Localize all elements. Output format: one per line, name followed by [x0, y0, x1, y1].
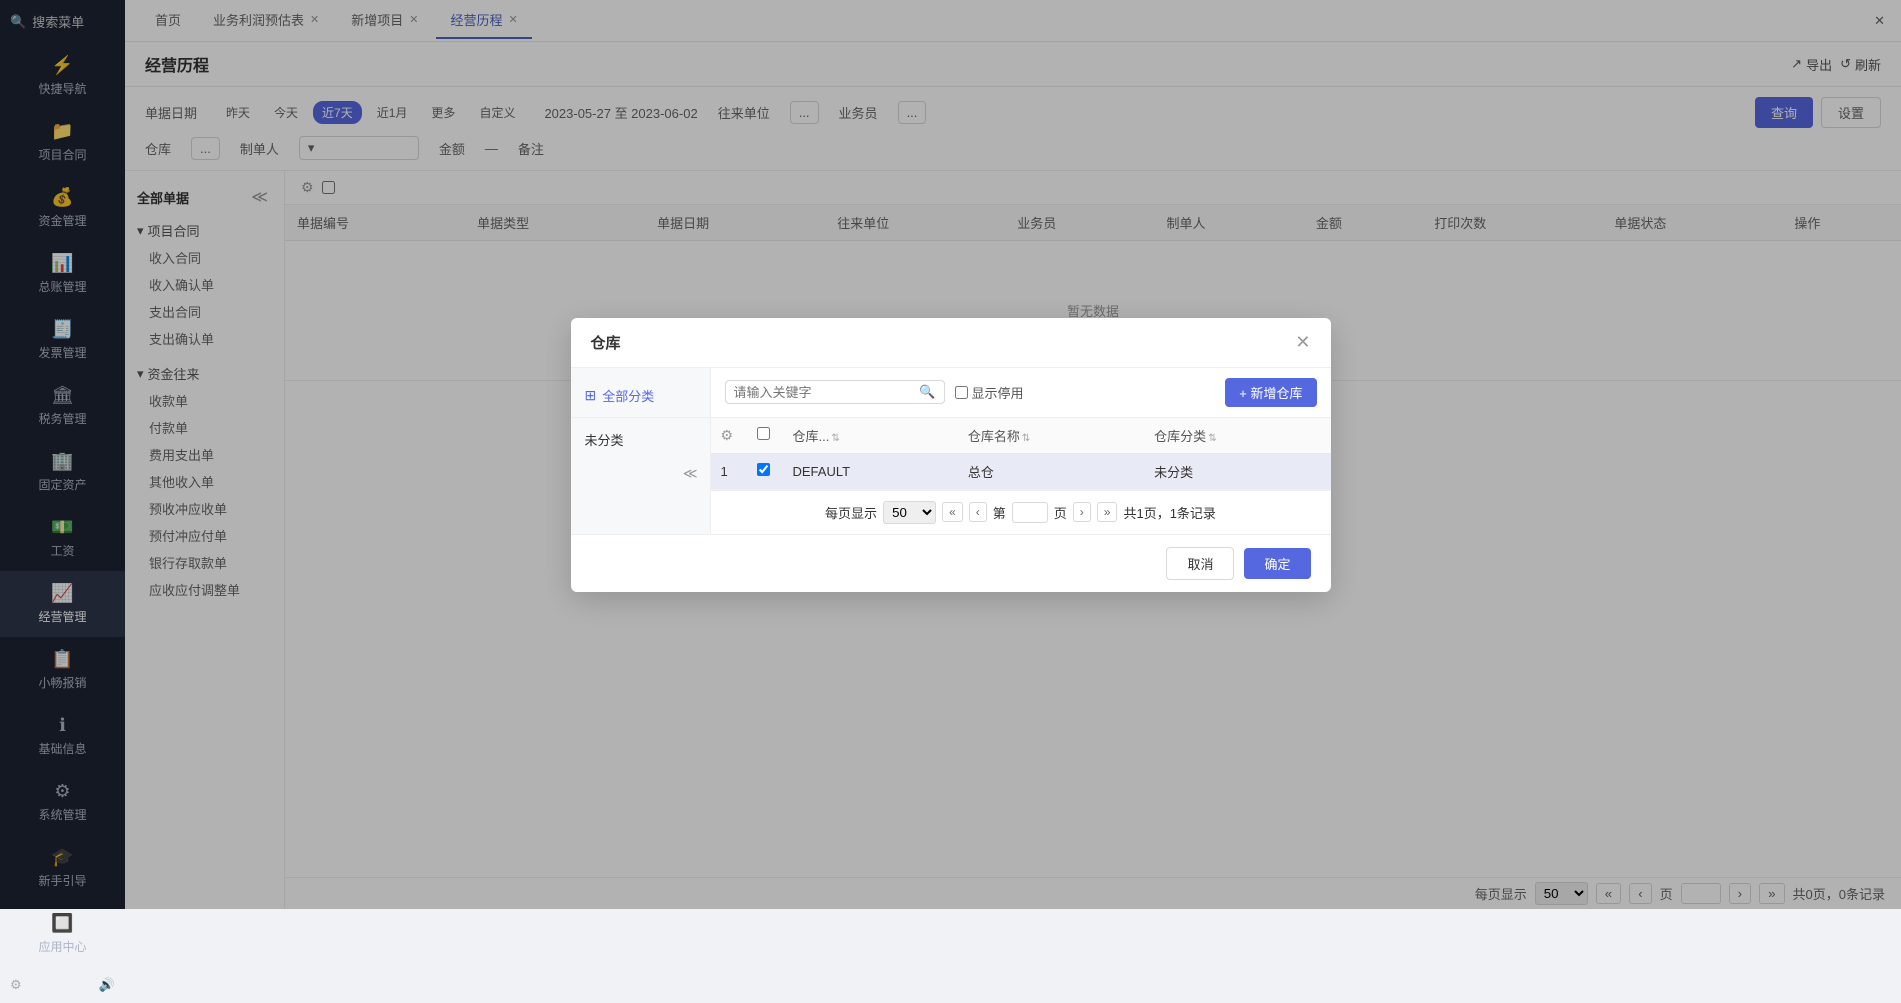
modal-close-button[interactable]: ✕	[1295, 332, 1310, 353]
all-categories-label: 全部分类	[602, 386, 654, 405]
modal-next-page-button[interactable]: ›	[1073, 502, 1091, 522]
modal-table-wrapper: ⚙ 仓库...⇅ 仓库名称⇅	[711, 418, 1331, 490]
modal-body: ⊞ 全部分类 未分类 ≪ 🔍	[571, 368, 1331, 534]
settings-icon[interactable]: ⚙	[10, 977, 22, 993]
sidebar-item-app-center[interactable]: 🔲 应用中心	[0, 901, 125, 967]
modal-total-info: 共1页，1条记录	[1123, 503, 1215, 522]
sidebar-item-label: 应用中心	[38, 938, 86, 955]
modal-page-label: 第	[993, 503, 1006, 522]
modal-last-page-button[interactable]: »	[1097, 502, 1118, 522]
sort-icon-code: ⇅	[831, 433, 839, 444]
col-gear: ⚙	[711, 418, 747, 454]
row-index: 1	[711, 453, 747, 489]
show-disabled-text: 显示停用	[972, 383, 1024, 402]
modal-toolbar: 🔍 显示停用 + 新增仓库	[711, 368, 1331, 418]
modal-select-all-checkbox[interactable]	[757, 427, 770, 440]
col-checkbox	[747, 418, 783, 454]
warehouse-modal: 仓库 ✕ ⊞ 全部分类 未分类 ≪	[571, 318, 1331, 592]
modal-page-unit: 页	[1054, 503, 1067, 522]
modal-left-item-uncategorized[interactable]: 未分类	[571, 422, 710, 457]
modal-left-item-all-categories[interactable]: ⊞ 全部分类	[571, 378, 710, 413]
show-disabled-label: 显示停用	[955, 383, 1024, 402]
grid-icon: ⊞	[585, 387, 597, 404]
modal-prev-page-button[interactable]: ‹	[969, 502, 987, 522]
modal-gear-button[interactable]: ⚙	[721, 427, 734, 444]
modal-current-page-input[interactable]: 1	[1012, 502, 1048, 523]
modal-header: 仓库 ✕	[571, 318, 1331, 368]
add-warehouse-button[interactable]: + 新增仓库	[1225, 378, 1316, 407]
modal-first-page-button[interactable]: «	[942, 502, 963, 522]
row-checkbox[interactable]	[757, 463, 770, 476]
col-warehouse-code: 仓库...⇅	[783, 418, 958, 454]
modal-per-page-select[interactable]: 50 10 20 100	[883, 501, 936, 524]
modal-overlay[interactable]: 仓库 ✕ ⊞ 全部分类 未分类 ≪	[0, 0, 1901, 909]
sort-icon-name: ⇅	[1022, 433, 1030, 444]
show-disabled-checkbox[interactable]	[955, 386, 968, 399]
sidebar-bottom: ⚙ 🔊	[0, 967, 125, 1003]
col-warehouse-name: 仓库名称⇅	[958, 418, 1144, 454]
row-name: 总仓	[958, 453, 1144, 489]
modal-table-header: ⚙ 仓库...⇅ 仓库名称⇅	[711, 418, 1331, 454]
app-center-icon: 🔲	[51, 913, 73, 934]
modal-cancel-button[interactable]: 取消	[1166, 547, 1234, 580]
modal-table-row[interactable]: 1 DEFAULT 总仓 未分类	[711, 453, 1331, 489]
modal-confirm-button[interactable]: 确定	[1244, 548, 1310, 579]
modal-search-input[interactable]	[734, 385, 916, 400]
modal-search-box[interactable]: 🔍	[725, 380, 945, 404]
modal-pagination: 每页显示 50 10 20 100 « ‹ 第 1 页 › » 共1页，1条记录	[711, 490, 1331, 534]
modal-left-panel: ⊞ 全部分类 未分类 ≪	[571, 368, 711, 534]
modal-left-divider	[571, 417, 710, 418]
row-checkbox-cell	[747, 453, 783, 489]
modal-table: ⚙ 仓库...⇅ 仓库名称⇅	[711, 418, 1331, 490]
row-code: DEFAULT	[783, 453, 958, 489]
modal-per-page-label: 每页显示	[825, 503, 877, 522]
col-warehouse-category: 仓库分类⇅	[1144, 418, 1330, 454]
search-icon[interactable]: 🔍	[919, 384, 935, 400]
modal-right-panel: 🔍 显示停用 + 新增仓库 ⚙	[711, 368, 1331, 534]
modal-footer: 取消 确定	[571, 534, 1331, 592]
uncategorized-label: 未分类	[585, 430, 624, 449]
audio-icon[interactable]: 🔊	[99, 977, 115, 993]
modal-title: 仓库	[591, 332, 621, 353]
sort-icon-category: ⇅	[1208, 433, 1216, 444]
modal-left-collapse-button[interactable]: ≪	[679, 461, 702, 486]
row-category: 未分类	[1144, 453, 1330, 489]
